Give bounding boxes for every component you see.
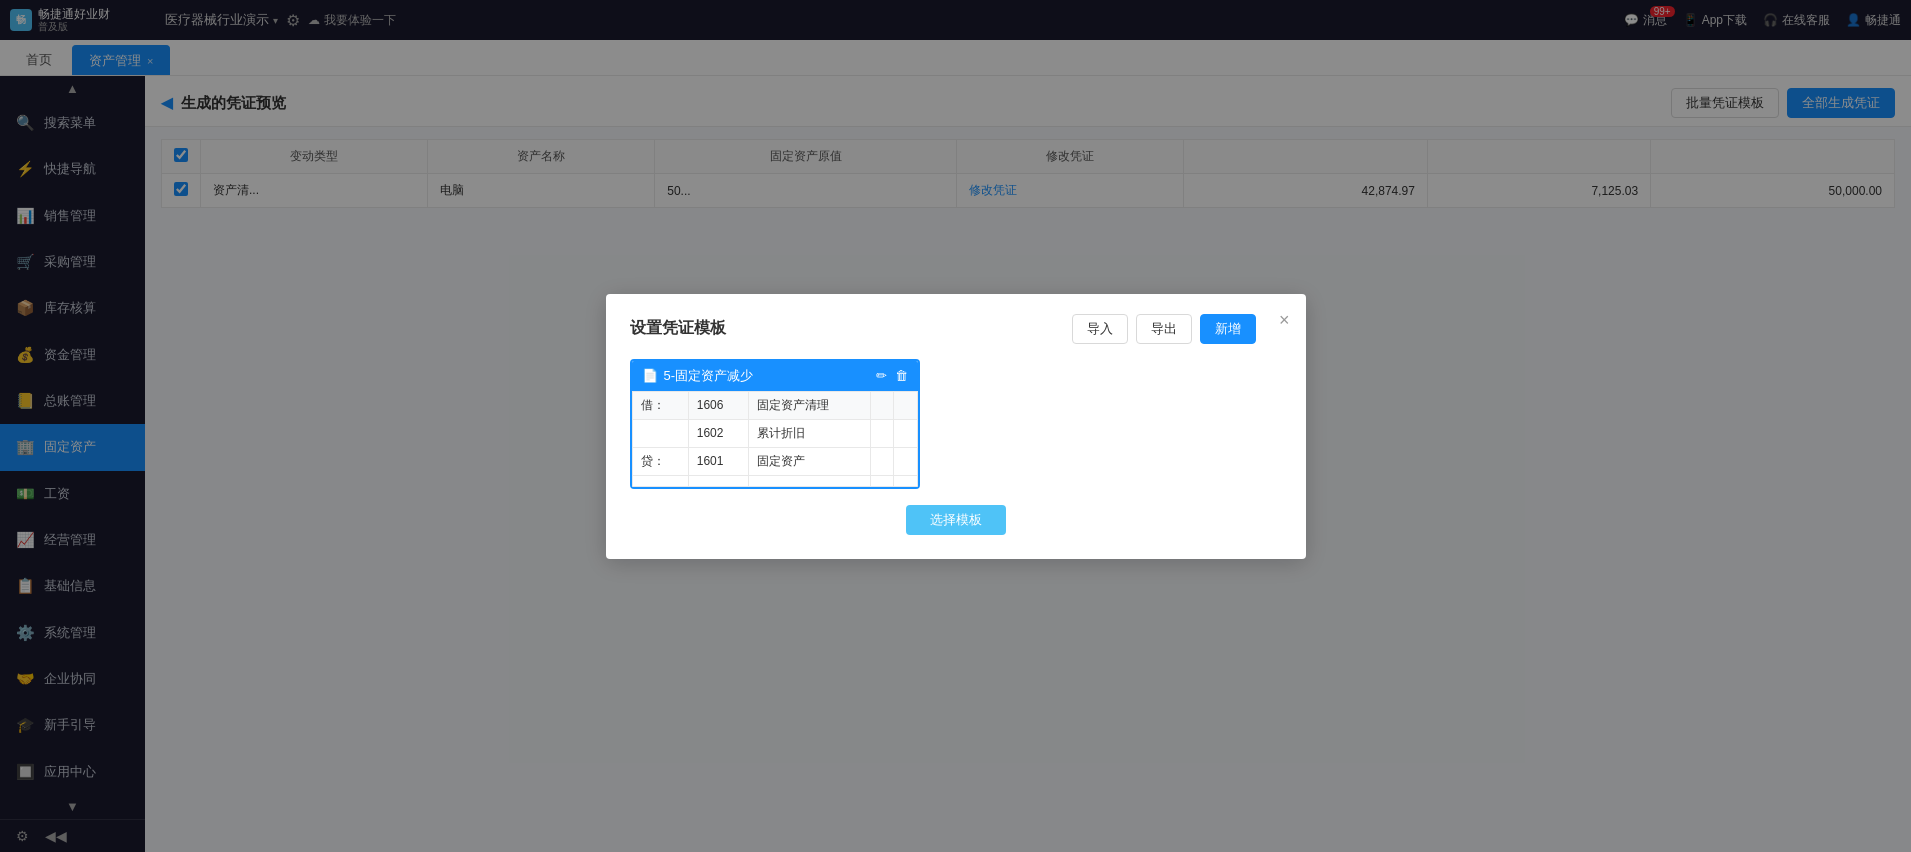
dialog-action-buttons: 导入 导出 新增	[1072, 314, 1256, 344]
template-header-icons: ✏ 🗑	[876, 368, 908, 383]
entry-name: 固定资产清理	[748, 391, 870, 419]
template-header-left: 📄 5-固定资产减少	[642, 367, 754, 385]
entry-direction	[632, 475, 688, 486]
entry-direction: 借：	[632, 391, 688, 419]
entry-code: 1602	[688, 419, 748, 447]
export-button[interactable]: 导出	[1136, 314, 1192, 344]
entry-debit	[870, 391, 893, 419]
template-entries-table: 借： 1606 固定资产清理 1602 累计折旧	[632, 391, 918, 487]
entry-debit	[870, 475, 893, 486]
template-card-body: 借： 1606 固定资产清理 1602 累计折旧	[632, 391, 918, 487]
template-doc-icon: 📄	[642, 368, 658, 383]
entry-credit	[894, 475, 917, 486]
select-template-button[interactable]: 选择模板	[906, 505, 1006, 535]
voucher-template-dialog: 设置凭证模板 导入 导出 新增 × 📄 5-固定资产减少 ✏ 🗑	[606, 294, 1306, 559]
entry-credit	[894, 419, 917, 447]
new-button[interactable]: 新增	[1200, 314, 1256, 344]
template-row: 贷： 1601 固定资产	[632, 447, 917, 475]
template-delete-icon[interactable]: 🗑	[895, 368, 908, 383]
entry-credit	[894, 447, 917, 475]
template-name: 5-固定资产减少	[664, 367, 754, 385]
entry-debit	[870, 447, 893, 475]
dialog-close-button[interactable]: ×	[1279, 310, 1290, 331]
template-row	[632, 475, 917, 486]
entry-code: 1601	[688, 447, 748, 475]
entry-debit	[870, 419, 893, 447]
template-row: 借： 1606 固定资产清理	[632, 391, 917, 419]
entry-direction: 贷：	[632, 447, 688, 475]
entry-credit	[894, 391, 917, 419]
template-row: 1602 累计折旧	[632, 419, 917, 447]
template-card-header: 📄 5-固定资产减少 ✏ 🗑	[632, 361, 918, 391]
entry-name: 固定资产	[748, 447, 870, 475]
import-button[interactable]: 导入	[1072, 314, 1128, 344]
entry-name	[748, 475, 870, 486]
dialog-overlay: 设置凭证模板 导入 导出 新增 × 📄 5-固定资产减少 ✏ 🗑	[0, 0, 1911, 852]
template-card: 📄 5-固定资产减少 ✏ 🗑 借： 1606 固定资产清理	[630, 359, 920, 489]
entry-code: 1606	[688, 391, 748, 419]
entry-name: 累计折旧	[748, 419, 870, 447]
entry-direction	[632, 419, 688, 447]
template-edit-icon[interactable]: ✏	[876, 368, 887, 383]
entry-code	[688, 475, 748, 486]
